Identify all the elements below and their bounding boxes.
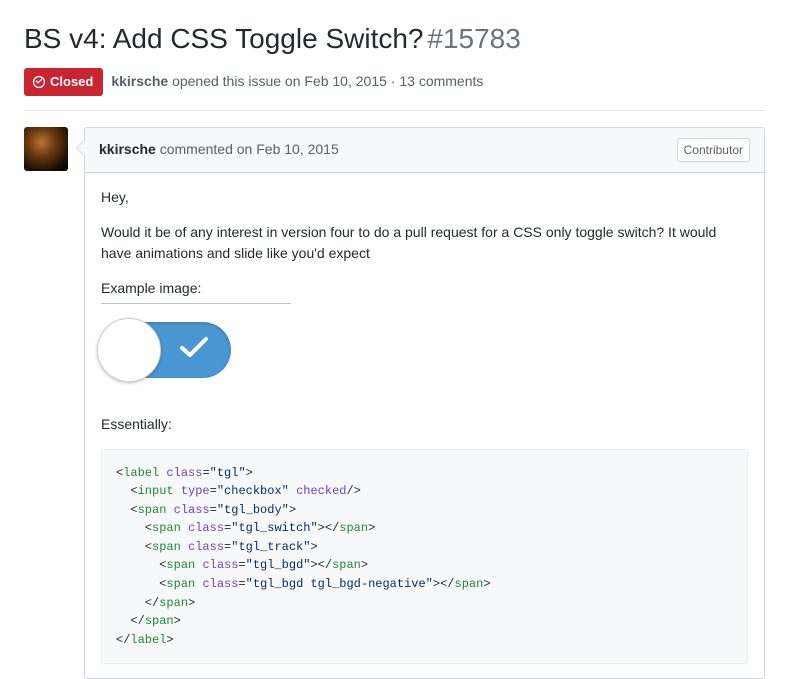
issue-meta-text: kkirsche opened this issue on Feb 10, 20… <box>111 71 483 92</box>
comment-thread: kkirsche commented on Feb 10, 2015 Contr… <box>24 127 765 679</box>
issue-closed-icon <box>32 75 46 89</box>
issue-opener-link[interactable]: kkirsche <box>111 73 168 89</box>
comment-author-link[interactable]: kkirsche <box>99 139 156 160</box>
toggle-switch-example <box>101 322 748 378</box>
comment-body: Hey, Would it be of any interest in vers… <box>85 173 764 679</box>
comment-paragraph: Would it be of any interest in version f… <box>101 222 748 264</box>
issue-title-row: BS v4: Add CSS Toggle Switch? #15783 <box>24 18 765 60</box>
toggle-pill <box>101 322 231 378</box>
issue-state-badge: Closed <box>24 68 103 96</box>
issue-meta-row: Closed kkirsche opened this issue on Feb… <box>24 68 765 96</box>
comment-greeting: Hey, <box>101 187 748 208</box>
issue-number: #15783 <box>427 23 520 54</box>
toggle-knob <box>97 318 161 382</box>
issue-title: BS v4: Add CSS Toggle Switch? <box>24 23 424 54</box>
header-divider <box>24 110 765 111</box>
comment-date[interactable]: on Feb 10, 2015 <box>237 139 339 160</box>
example-image-label: Example image: <box>101 278 291 304</box>
essentially-label: Essentially: <box>101 414 748 435</box>
code-block: <label class="tgl"> <input type="checkbo… <box>101 449 748 665</box>
issue-state-label: Closed <box>50 72 93 92</box>
contributor-badge: Contributor <box>677 138 750 162</box>
checkmark-icon <box>179 335 209 365</box>
avatar[interactable] <box>24 127 68 171</box>
comment-box: kkirsche commented on Feb 10, 2015 Contr… <box>84 127 765 679</box>
comment-header: kkirsche commented on Feb 10, 2015 Contr… <box>85 128 764 173</box>
